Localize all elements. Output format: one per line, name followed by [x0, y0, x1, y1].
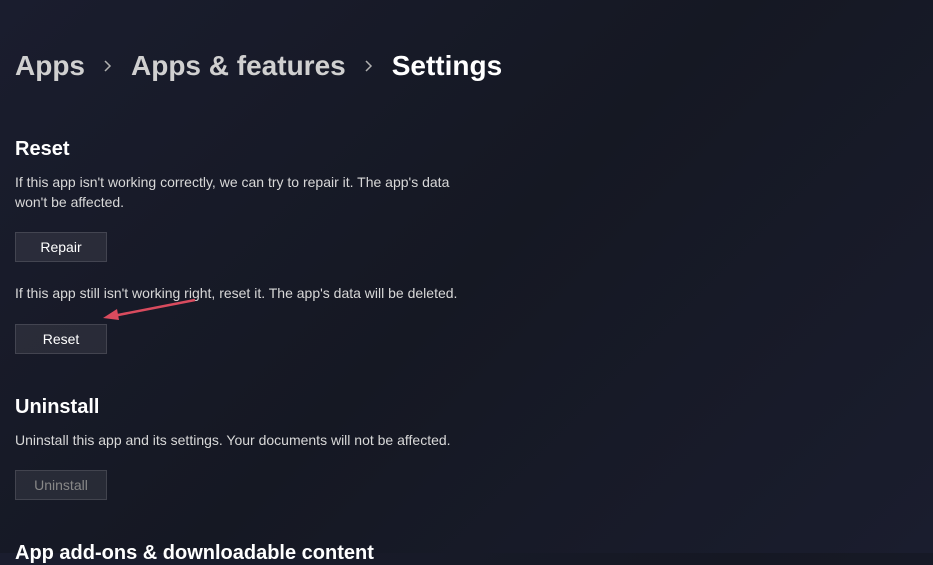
reset-button[interactable]: Reset	[15, 324, 107, 354]
chevron-right-icon	[103, 59, 113, 73]
breadcrumb-apps-features[interactable]: Apps & features	[131, 50, 346, 82]
reset-description: If this app still isn't working right, r…	[15, 284, 465, 304]
uninstall-heading: Uninstall	[15, 396, 918, 419]
breadcrumb-apps[interactable]: Apps	[15, 50, 85, 82]
reset-heading: Reset	[15, 138, 918, 161]
reset-section: Reset If this app isn't working correctl…	[15, 138, 918, 354]
addons-section: App add-ons & downloadable content	[15, 542, 918, 565]
chevron-right-icon	[364, 59, 374, 73]
uninstall-description: Uninstall this app and its settings. You…	[15, 431, 465, 451]
uninstall-section: Uninstall Uninstall this app and its set…	[15, 396, 918, 501]
breadcrumb: Apps Apps & features Settings	[15, 50, 918, 82]
repair-button[interactable]: Repair	[15, 232, 107, 262]
repair-description: If this app isn't working correctly, we …	[15, 173, 465, 212]
addons-heading: App add-ons & downloadable content	[15, 542, 918, 565]
uninstall-button[interactable]: Uninstall	[15, 470, 107, 500]
breadcrumb-settings: Settings	[392, 50, 502, 82]
